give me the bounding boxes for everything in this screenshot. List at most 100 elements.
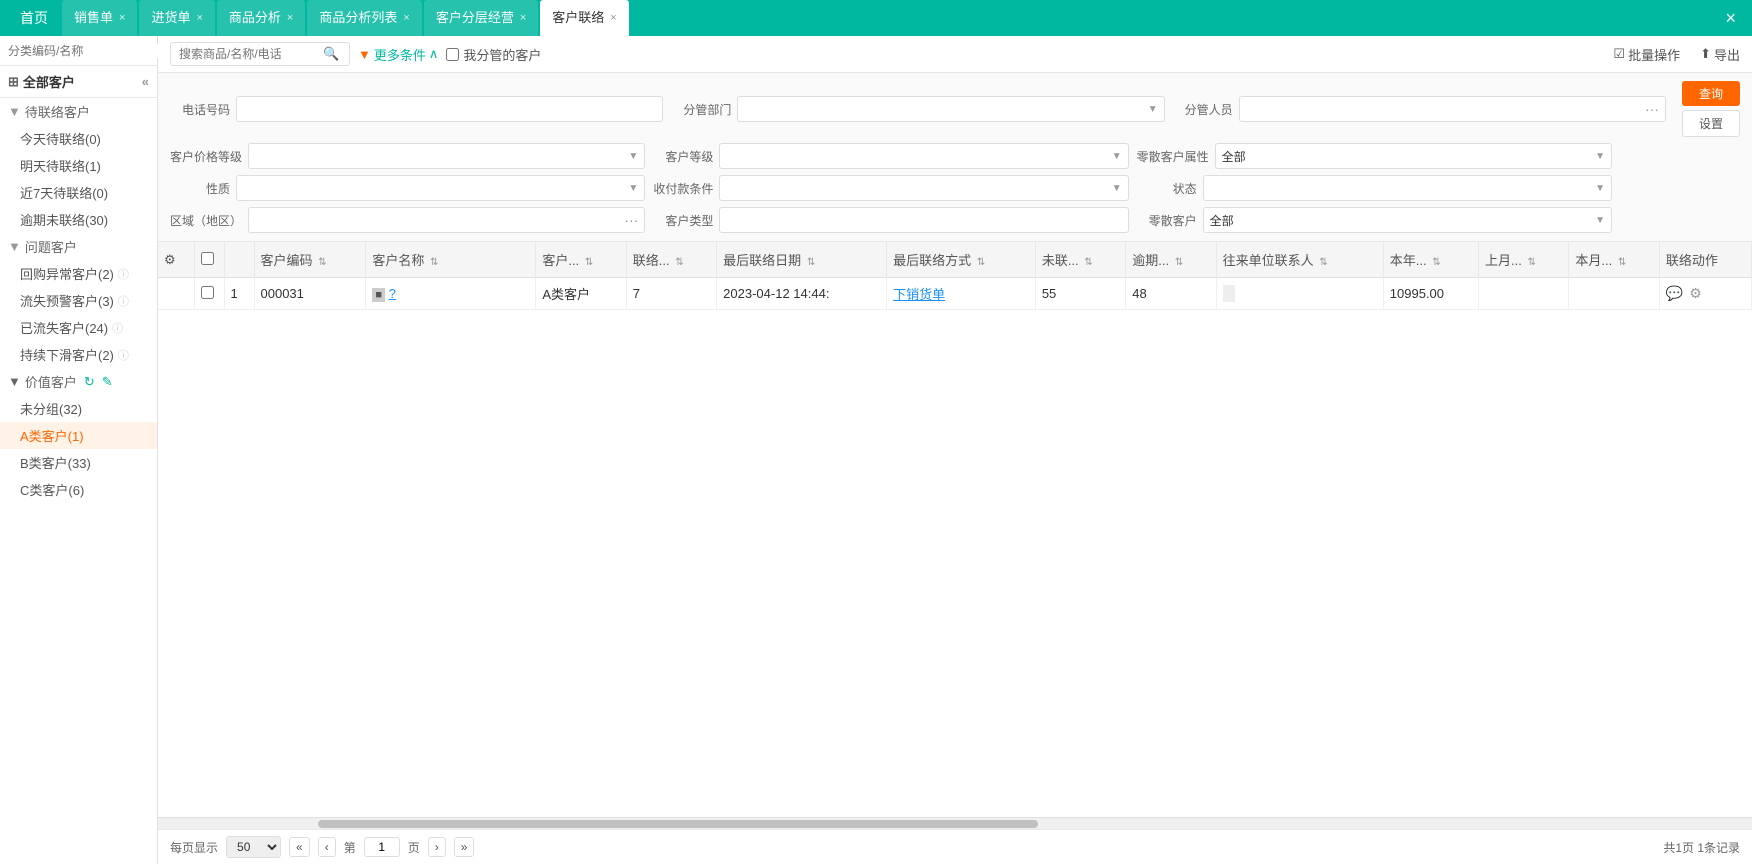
edit-value-icon[interactable]: ✎ [102,374,113,390]
nav-tab-purchase-close[interactable]: × [196,0,202,36]
filter-field-retail-customer: 零散客户 全部 ▼ [1137,207,1612,233]
row-checkbox[interactable] [201,286,214,299]
filter-field-retail-attr: 零散客户属性 全部 ▼ [1137,143,1612,169]
company-contacts-badge [1223,285,1235,302]
sort-contacts-icon[interactable]: ⇅ [675,257,683,268]
region-input[interactable] [255,213,624,227]
scroll-thumb[interactable] [318,820,1038,828]
last-page-button[interactable]: » [454,837,475,857]
per-page-select[interactable]: 50 100 200 [226,836,281,858]
sort-this-year-icon[interactable]: ⇅ [1432,257,1440,268]
sidebar-collapse-button[interactable]: « [142,74,149,89]
nav-home[interactable]: 首页 [8,0,60,36]
nav-tab-customer-contact-close[interactable]: × [610,0,616,36]
sidebar-all-customers[interactable]: ⊞ 全部客户 « [0,66,157,98]
col-not-linked-label: 未联... [1042,253,1079,268]
filter-more-button[interactable]: ▼ 更多条件 ∧ [358,45,438,64]
nav-tab-analysis-list[interactable]: 商品分析列表 × [307,0,421,36]
row-code-cell: 000031 [254,278,366,310]
sort-last-method-icon[interactable]: ⇅ [977,257,985,268]
select-all-checkbox[interactable] [201,252,214,265]
sort-not-linked-icon[interactable]: ⇅ [1084,257,1092,268]
row-name-text[interactable]: ? [389,286,396,301]
filter-select-status[interactable]: ▼ [1203,175,1612,201]
nav-tab-customer-contact[interactable]: 客户联络 × [540,0,628,36]
sidebar-section-problem[interactable]: ▼ 问题客户 [0,233,157,260]
region-dots-icon[interactable]: ··· [624,212,638,228]
settings-button[interactable]: 设置 [1682,110,1740,137]
nav-tab-analysis-list-close[interactable]: × [403,0,409,36]
horizontal-scrollbar[interactable] [158,817,1752,829]
row-seq-cell: 1 [224,278,254,310]
sidebar-item-today-label: 今天待联络(0) [20,129,101,148]
nav-tab-customer-segment[interactable]: 客户分层经营 × [424,0,538,36]
filter-search-box: 🔍 [170,42,350,66]
sort-this-month-icon[interactable]: ⇅ [1618,257,1626,268]
sort-overdue-icon[interactable]: ⇅ [1175,257,1183,268]
filter-select-retail-customer[interactable]: 全部 ▼ [1203,207,1612,233]
sort-company-contacts-icon[interactable]: ⇅ [1319,257,1327,268]
first-page-button[interactable]: « [289,837,310,857]
sort-code-icon[interactable]: ⇅ [318,257,326,268]
settings-gear-icon[interactable]: ⚙ [164,252,176,267]
sort-last-month-icon[interactable]: ⇅ [1527,257,1535,268]
filter-label-customer-level: 客户等级 [653,148,713,165]
search-button[interactable]: 查询 [1682,81,1740,106]
person-input[interactable] [1246,102,1645,116]
more-action-icon[interactable]: ⚙ [1689,285,1702,302]
sidebar-item-c-class[interactable]: C类客户(6) [0,476,157,503]
sidebar-item-today[interactable]: 今天待联络(0) [0,125,157,152]
phone-input[interactable] [243,102,656,116]
filter-label-phone: 电话号码 [170,101,230,118]
page-number-input[interactable] [364,837,400,857]
filter-select-dept[interactable]: ▼ [737,96,1164,122]
filter-select-customer-level[interactable]: ▼ [719,143,1128,169]
filter-select-nature[interactable]: ▼ [236,175,645,201]
row-last-method-link[interactable]: 下销货单 [893,287,945,302]
sidebar-item-tomorrow-label: 明天待联络(1) [20,156,101,175]
row-last-month-cell [1479,278,1569,310]
sidebar-item-ungrouped[interactable]: 未分组(32) [0,395,157,422]
batch-op-button[interactable]: ☑ 批量操作 [1613,45,1680,64]
sidebar-item-churned[interactable]: 已流失客户(24) ⓘ [0,314,157,341]
sidebar-item-7days[interactable]: 近7天待联络(0) [0,179,157,206]
sidebar-section-pending[interactable]: ▼ 待联络客户 [0,98,157,125]
filter-input-customer-type[interactable] [719,207,1128,233]
filter-input-region[interactable]: ··· [248,207,645,233]
refresh-icon[interactable]: ↻ [84,374,95,390]
sidebar-item-b-class[interactable]: B类客户(33) [0,449,157,476]
filter-search-icon[interactable]: 🔍 [323,46,339,62]
filter-input-person[interactable]: ··· [1239,96,1666,122]
window-close-button[interactable]: × [1717,8,1744,29]
sidebar-item-a-class[interactable]: A类客户(1) [0,422,157,449]
sidebar-item-overdue[interactable]: 逾期未联络(30) [0,206,157,233]
person-dots-icon[interactable]: ··· [1645,101,1659,117]
filter-select-payment[interactable]: ▼ [719,175,1128,201]
nav-tab-customer-segment-close[interactable]: × [520,0,526,36]
chat-icon[interactable]: 💬 [1666,285,1683,302]
sidebar-section-value: ▼ 价值客户 ↻ ✎ [0,368,157,395]
sort-last-date-icon[interactable]: ⇅ [807,257,815,268]
sidebar-item-repurchase-abnormal[interactable]: 回购异常客户(2) ⓘ [0,260,157,287]
nav-tab-analysis-close[interactable]: × [287,0,293,36]
sidebar-item-tomorrow[interactable]: 明天待联络(1) [0,152,157,179]
my-customers-checkbox[interactable] [446,48,459,61]
nav-tab-sales[interactable]: 销售单 × [62,0,137,36]
nav-tab-sales-close[interactable]: × [119,0,125,36]
sidebar-item-churn-warning[interactable]: 流失预警客户(3) ⓘ [0,287,157,314]
sidebar-item-declining[interactable]: 持续下滑客户(2) ⓘ [0,341,157,368]
customer-type-input[interactable] [726,213,1121,227]
sort-name-icon[interactable]: ⇅ [430,257,438,268]
next-page-button[interactable]: › [428,837,446,857]
sidebar-item-b-class-label: B类客户(33) [20,453,91,472]
export-button[interactable]: ⬆ 导出 [1700,45,1740,64]
filter-select-retail-attr[interactable]: 全部 ▼ [1215,143,1612,169]
prev-page-button[interactable]: ‹ [318,837,336,857]
filter-input-phone[interactable] [236,96,663,122]
nav-tab-analysis[interactable]: 商品分析 × [217,0,305,36]
filter-search-input[interactable] [179,47,319,61]
nav-tab-purchase[interactable]: 进货单 × [139,0,214,36]
sidebar-search-input[interactable] [8,44,163,58]
filter-select-price-level[interactable]: ▼ [248,143,645,169]
sort-type-icon[interactable]: ⇅ [585,257,593,268]
